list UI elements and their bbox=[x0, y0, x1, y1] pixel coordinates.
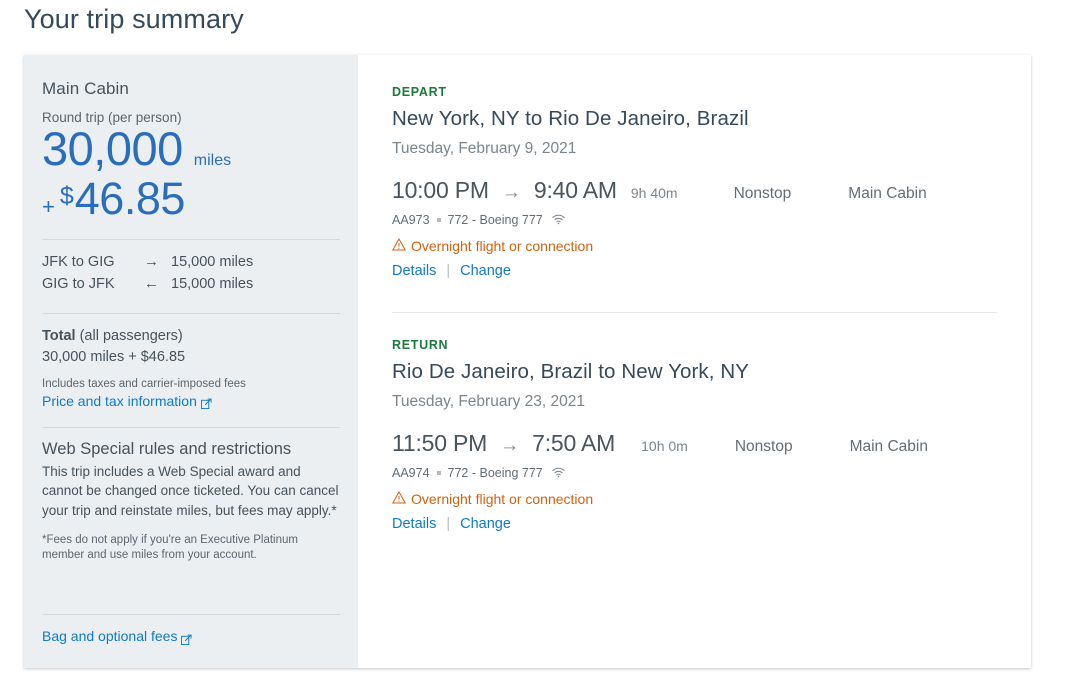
flight-number: AA974 bbox=[392, 466, 430, 480]
wifi-icon bbox=[552, 467, 565, 481]
details-link[interactable]: Details bbox=[392, 263, 436, 279]
overnight-warning: Overnight flight or connection bbox=[392, 238, 997, 254]
page-title: Your trip summary bbox=[24, 4, 244, 35]
rules-body: This trip includes a Web Special award a… bbox=[42, 462, 340, 521]
miles-price: 30,000 miles bbox=[42, 124, 340, 175]
segment-times-row: 11:50 PM → 7:50 AM 10h 0m Nonstop Main C… bbox=[392, 430, 997, 457]
flight-number: AA973 bbox=[392, 213, 430, 227]
divider bbox=[42, 239, 340, 240]
divider bbox=[42, 313, 340, 314]
total-value: 30,000 miles + $46.85 bbox=[42, 347, 340, 368]
overnight-warning: Overnight flight or connection bbox=[392, 491, 997, 507]
segment-times-row: 10:00 PM → 9:40 AM 9h 40m Nonstop Main C… bbox=[392, 177, 997, 204]
cabin-name: Main Cabin bbox=[42, 79, 340, 99]
segment-route: Rio De Janeiro, Brazil to New York, NY bbox=[392, 359, 997, 385]
flight-segment-depart: DEPART New York, NY to Rio De Janeiro, B… bbox=[392, 85, 997, 279]
segment-actions: Details | Change bbox=[392, 263, 997, 279]
warning-triangle-icon bbox=[392, 238, 406, 254]
aircraft-type: 772 - Boeing 777 bbox=[448, 466, 543, 480]
arrow-left-icon: ← bbox=[144, 273, 171, 294]
itinerary-panel: DEPART New York, NY to Rio De Janeiro, B… bbox=[358, 55, 1031, 668]
leg-route: GIG to JFK bbox=[42, 274, 144, 295]
stops-label: Nonstop bbox=[734, 185, 792, 203]
price-tax-link-label: Price and tax information bbox=[42, 393, 197, 409]
cash-price: + $ 46.85 bbox=[42, 176, 340, 221]
separator-dot-icon bbox=[437, 471, 441, 475]
warning-text: Overnight flight or connection bbox=[411, 491, 593, 507]
trip-summary-card: Main Cabin Round trip (per person) 30,00… bbox=[24, 55, 1031, 668]
total-qualifier: (all passengers) bbox=[76, 328, 183, 344]
arrive-time: 7:50 AM bbox=[532, 430, 615, 457]
price-summary-panel: Main Cabin Round trip (per person) 30,00… bbox=[24, 55, 358, 668]
divider bbox=[42, 427, 340, 428]
leg-row: GIG to JFK ← 15,000 miles bbox=[42, 273, 340, 295]
leg-miles: 15,000 miles bbox=[171, 252, 253, 273]
flight-meta: AA973 772 - Boeing 777 bbox=[392, 213, 997, 227]
miles-unit: miles bbox=[194, 152, 231, 170]
warning-triangle-icon bbox=[392, 491, 406, 507]
bag-fees-link-label: Bag and optional fees bbox=[42, 628, 177, 644]
price-and-tax-information-link[interactable]: Price and tax information bbox=[42, 393, 212, 409]
separator-dot-icon bbox=[437, 218, 441, 222]
miles-amount: 30,000 bbox=[42, 124, 183, 175]
depart-time: 11:50 PM bbox=[392, 430, 487, 457]
total-block: Total (all passengers) 30,000 miles + $4… bbox=[42, 326, 340, 411]
change-link[interactable]: Change bbox=[460, 516, 511, 532]
action-separator: | bbox=[446, 263, 450, 279]
segment-kicker: DEPART bbox=[392, 85, 997, 99]
segment-date: Tuesday, February 23, 2021 bbox=[392, 393, 997, 411]
details-link[interactable]: Details bbox=[392, 516, 436, 532]
leg-miles: 15,000 miles bbox=[171, 274, 253, 295]
depart-time: 10:00 PM bbox=[392, 177, 489, 204]
external-link-icon bbox=[181, 632, 192, 643]
change-link[interactable]: Change bbox=[460, 263, 511, 279]
total-label-line: Total (all passengers) bbox=[42, 326, 340, 347]
segment-cabin: Main Cabin bbox=[848, 185, 926, 203]
segment-kicker: RETURN bbox=[392, 338, 997, 352]
warning-text: Overnight flight or connection bbox=[411, 238, 593, 254]
cash-amount: 46.85 bbox=[75, 176, 185, 221]
rules-title: Web Special rules and restrictions bbox=[42, 440, 340, 459]
arrow-right-icon: → bbox=[502, 182, 521, 204]
flight-duration: 10h 0m bbox=[641, 438, 688, 454]
arrow-right-icon: → bbox=[500, 435, 519, 457]
segment-actions: Details | Change bbox=[392, 516, 997, 532]
arrow-right-icon: → bbox=[144, 251, 171, 272]
web-special-rules: Web Special rules and restrictions This … bbox=[42, 440, 340, 564]
flight-duration: 9h 40m bbox=[631, 185, 678, 201]
external-link-icon bbox=[201, 396, 212, 407]
flight-segment-return: RETURN Rio De Janeiro, Brazil to New Yor… bbox=[392, 313, 997, 532]
leg-route: JFK to GIG bbox=[42, 252, 144, 273]
segment-route: New York, NY to Rio De Janeiro, Brazil bbox=[392, 106, 997, 132]
flight-meta: AA974 772 - Boeing 777 bbox=[392, 466, 997, 480]
segment-cabin: Main Cabin bbox=[850, 438, 928, 456]
bag-and-optional-fees-link[interactable]: Bag and optional fees bbox=[42, 628, 192, 644]
cash-currency-symbol: $ bbox=[60, 182, 74, 211]
taxes-note: Includes taxes and carrier-imposed fees bbox=[42, 377, 340, 392]
bag-fees-section: Bag and optional fees bbox=[42, 614, 340, 646]
rules-footnote: *Fees do not apply if you're an Executiv… bbox=[42, 533, 340, 563]
divider bbox=[42, 614, 340, 615]
leg-miles-list: JFK to GIG → 15,000 miles GIG to JFK ← 1… bbox=[42, 251, 340, 295]
total-label: Total bbox=[42, 328, 76, 344]
cash-plus-sign: + bbox=[42, 194, 55, 220]
action-separator: | bbox=[446, 516, 450, 532]
wifi-icon bbox=[552, 214, 565, 228]
stops-label: Nonstop bbox=[735, 438, 793, 456]
aircraft-type: 772 - Boeing 777 bbox=[448, 213, 543, 227]
arrive-time: 9:40 AM bbox=[534, 177, 617, 204]
leg-row: JFK to GIG → 15,000 miles bbox=[42, 251, 340, 273]
segment-date: Tuesday, February 9, 2021 bbox=[392, 140, 997, 158]
